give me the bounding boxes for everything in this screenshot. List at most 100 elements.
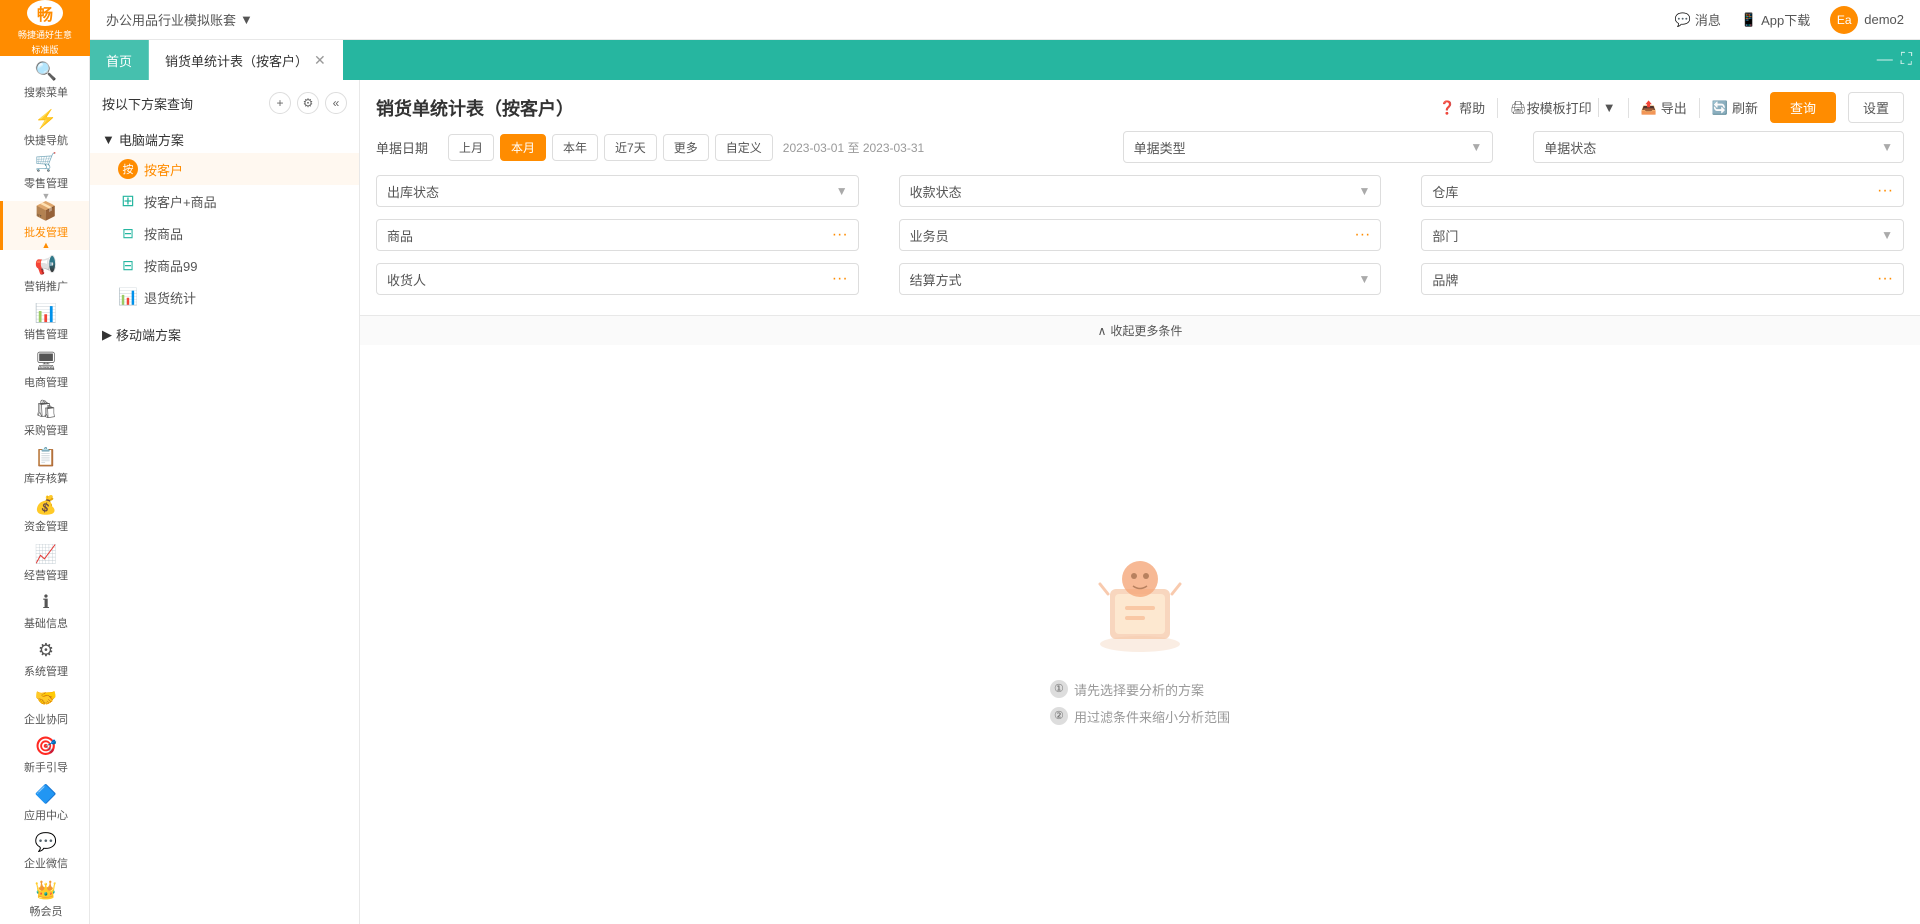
brand-dots-icon[interactable]: ··· bbox=[1877, 270, 1893, 288]
user-menu-button[interactable]: Ea demo2 bbox=[1830, 6, 1904, 34]
salesperson-dots-icon[interactable]: ··· bbox=[1354, 226, 1370, 244]
scheme-item-label: 退货统计 bbox=[144, 288, 196, 307]
account-name: 办公用品行业模拟账套 bbox=[106, 10, 236, 29]
tab-close-icon[interactable]: ✕ bbox=[314, 52, 326, 69]
sidebar-item-newbie[interactable]: 🎯 新手引导 bbox=[0, 732, 89, 780]
sidebar-logo[interactable]: 畅 畅捷通好生意 标准版 bbox=[0, 0, 90, 56]
divider3 bbox=[1699, 98, 1700, 118]
brand-select[interactable]: 品牌 ··· bbox=[1421, 263, 1904, 295]
print-dropdown-icon[interactable]: ▼ bbox=[1599, 100, 1616, 115]
sidebar-item-quick-nav[interactable]: ⚡ 快捷导航 bbox=[0, 104, 89, 152]
date-btn-last-month[interactable]: 上月 bbox=[448, 134, 494, 161]
logo-text: 畅捷通好生意 bbox=[18, 28, 72, 41]
sidebar-item-inventory[interactable]: 📋 库存核算 bbox=[0, 443, 89, 491]
help-button[interactable]: ❓ 帮助 bbox=[1439, 98, 1485, 117]
left-panel-header: 按以下方案查询 + ⚙ « bbox=[90, 92, 359, 122]
sidebar-item-wholesale[interactable]: 📦 批发管理 ▲ bbox=[0, 201, 89, 250]
sidebar-item-enterprise[interactable]: 🤝 企业协同 bbox=[0, 683, 89, 731]
receiver-select[interactable]: 收货人 ··· bbox=[376, 263, 859, 295]
sidebar-item-system[interactable]: ⚙ 系统管理 bbox=[0, 635, 89, 683]
help-label: 帮助 bbox=[1459, 98, 1485, 117]
warehouse-select[interactable]: 仓库 ··· bbox=[1421, 175, 1904, 207]
header-right: 💬 消息 📱 App下载 Ea demo2 bbox=[1675, 6, 1904, 34]
payment-status-label: 收款状态 bbox=[910, 182, 962, 201]
scheme-item-return-stat[interactable]: 📊 退货统计 bbox=[90, 281, 359, 313]
scheme-item-label: 按商品99 bbox=[144, 256, 197, 275]
out-status-select[interactable]: 出库状态 ▼ bbox=[376, 175, 859, 207]
date-range-display: 2023-03-01 至 2023-03-31 bbox=[783, 139, 924, 156]
doc-type-select[interactable]: 单据类型 ▼ bbox=[1123, 131, 1494, 163]
top-header: 办公用品行业模拟账套 ▼ 💬 消息 📱 App下载 Ea demo2 bbox=[90, 0, 1920, 40]
minimize-icon[interactable]: — bbox=[1877, 51, 1893, 69]
scheme-item-by-goods-99[interactable]: ⊟ 按商品99 bbox=[90, 249, 359, 281]
sidebar-item-app-center[interactable]: 🔷 应用中心 bbox=[0, 780, 89, 828]
sidebar-item-basic-info[interactable]: ℹ 基础信息 bbox=[0, 587, 89, 635]
collapse-triangle-icon: ▼ bbox=[102, 132, 115, 147]
receiver-dots-icon[interactable]: ··· bbox=[832, 270, 848, 288]
sidebar-item-finance[interactable]: 💰 资金管理 bbox=[0, 491, 89, 539]
settings-button[interactable]: 设置 bbox=[1848, 92, 1904, 123]
doc-status-select[interactable]: 单据状态 ▼ bbox=[1533, 131, 1904, 163]
warehouse-label: 仓库 bbox=[1432, 182, 1458, 201]
filter-row-2: 出库状态 ▼ 收款状态 ▼ 仓库 ··· bbox=[376, 175, 1904, 207]
refresh-label: 刷新 bbox=[1732, 98, 1758, 117]
goods-select[interactable]: 商品 ··· bbox=[376, 219, 859, 251]
date-btn-custom[interactable]: 自定义 bbox=[715, 134, 773, 161]
scheme-group-pc: ▼ 电脑端方案 按 按客户 ⊞ 按客户+商品 ⊟ 按商品 ⊟ 按商品99 bbox=[90, 122, 359, 317]
warehouse-dots-icon[interactable]: ··· bbox=[1877, 182, 1893, 200]
maximize-icon[interactable]: ⛶ bbox=[1901, 51, 1912, 69]
query-button[interactable]: 查询 bbox=[1770, 92, 1836, 123]
sidebar-item-label: 基础信息 bbox=[24, 615, 68, 631]
sales-stat-tab-label: 销货单统计表（按客户） bbox=[165, 51, 308, 70]
page-content: 按以下方案查询 + ⚙ « ▼ 电脑端方案 按 按客户 ⊞ bbox=[90, 80, 1920, 924]
sidebar-item-enterprise-wechat[interactable]: 💬 企业微信 bbox=[0, 828, 89, 876]
collapse-panel-button[interactable]: « bbox=[325, 92, 347, 114]
scheme-item-by-customer-goods[interactable]: ⊞ 按客户+商品 bbox=[90, 185, 359, 217]
enterprise-icon: 🤝 bbox=[35, 688, 57, 709]
scheme-group-pc-header[interactable]: ▼ 电脑端方案 bbox=[90, 126, 359, 153]
doc-type-label: 单据类型 bbox=[1134, 138, 1186, 157]
account-selector[interactable]: 办公用品行业模拟账套 ▼ bbox=[106, 10, 253, 29]
doc-status-label: 单据状态 bbox=[1544, 138, 1596, 157]
refresh-icon: 🔄 bbox=[1712, 100, 1728, 116]
tab-sales-stat[interactable]: 销货单统计表（按客户） ✕ bbox=[149, 40, 343, 80]
sidebar-item-label: 经营管理 bbox=[24, 567, 68, 583]
date-btn-last7[interactable]: 近7天 bbox=[604, 134, 657, 161]
message-button[interactable]: 💬 消息 bbox=[1675, 10, 1721, 29]
app-download-button[interactable]: 📱 App下载 bbox=[1741, 10, 1810, 29]
settlement-select[interactable]: 结算方式 ▼ bbox=[899, 263, 1382, 295]
tab-home[interactable]: 首页 bbox=[90, 40, 149, 80]
user-name: demo2 bbox=[1864, 12, 1904, 27]
sidebar-item-label: 库存核算 bbox=[24, 470, 68, 486]
payment-status-select[interactable]: 收款状态 ▼ bbox=[899, 175, 1382, 207]
member-icon: 👑 bbox=[35, 880, 57, 901]
scheme-item-by-customer[interactable]: 按 按客户 bbox=[90, 153, 359, 185]
collapse-more-bar[interactable]: ∧ 收起更多条件 bbox=[360, 315, 1920, 345]
department-arrow-icon: ▼ bbox=[1881, 228, 1893, 242]
date-btn-this-month[interactable]: 本月 bbox=[500, 134, 546, 161]
sidebar-item-sales-mgmt[interactable]: 📊 销售管理 bbox=[0, 298, 89, 346]
scheme-group-mobile-header[interactable]: ▶ 移动端方案 bbox=[90, 321, 359, 348]
salesperson-select[interactable]: 业务员 ··· bbox=[899, 219, 1382, 251]
sidebar-item-purchase[interactable]: 🛍 采购管理 bbox=[0, 395, 89, 443]
sidebar-item-member[interactable]: 👑 畅会员 bbox=[0, 876, 89, 924]
ecommerce-icon: 🖥 bbox=[35, 351, 58, 372]
sidebar-item-ecommerce[interactable]: 🖥 电商管理 bbox=[0, 347, 89, 395]
sidebar-item-search[interactable]: 🔍 搜索菜单 bbox=[0, 56, 89, 104]
refresh-button[interactable]: 🔄 刷新 bbox=[1712, 98, 1758, 117]
date-btn-more[interactable]: 更多 bbox=[663, 134, 709, 161]
scheme-item-by-goods[interactable]: ⊟ 按商品 bbox=[90, 217, 359, 249]
add-scheme-button[interactable]: + bbox=[269, 92, 291, 114]
sidebar-item-label: 应用中心 bbox=[24, 807, 68, 823]
export-button[interactable]: 📤 导出 bbox=[1641, 98, 1687, 117]
settings-scheme-button[interactable]: ⚙ bbox=[297, 92, 319, 114]
goods-dots-icon[interactable]: ··· bbox=[832, 226, 848, 244]
sidebar-item-operations[interactable]: 📈 经营管理 bbox=[0, 539, 89, 587]
logo-icon: 畅 bbox=[27, 0, 63, 26]
sidebar-item-marketing[interactable]: 📢 营销推广 bbox=[0, 250, 89, 298]
date-btn-this-year[interactable]: 本年 bbox=[552, 134, 598, 161]
sidebar-item-retail[interactable]: 🛒 零售管理 ▼ bbox=[0, 152, 89, 201]
print-button[interactable]: 🖨 按模板打印 ▼ bbox=[1510, 98, 1615, 117]
department-select[interactable]: 部门 ▼ bbox=[1421, 219, 1904, 251]
sidebar-item-label: 系统管理 bbox=[24, 663, 68, 679]
